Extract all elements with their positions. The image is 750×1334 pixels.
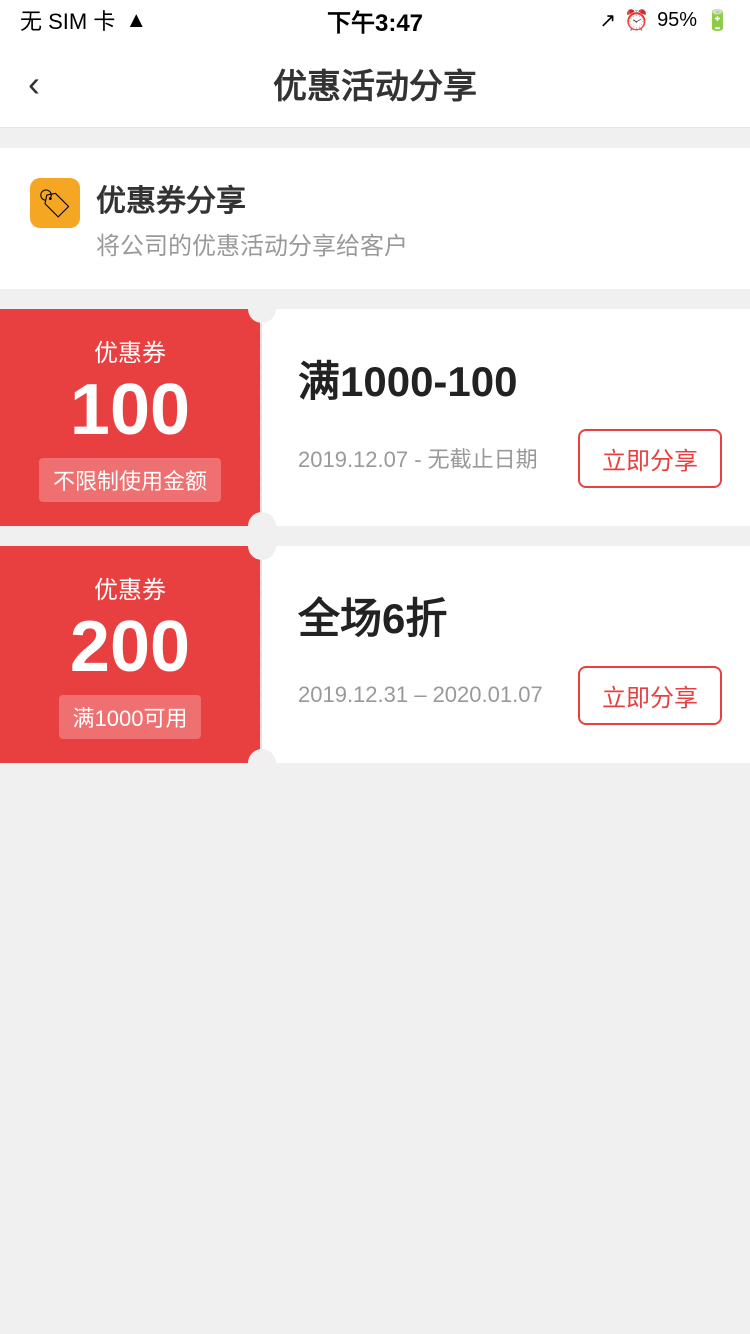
coupon-list: 优惠券 100 不限制使用金额 满1000-100 2019.12.07 - 无… xyxy=(0,309,750,783)
section-header: 🏷 优惠券分享 将公司的优惠活动分享给客户 xyxy=(0,148,750,289)
battery-icon: 🔋 xyxy=(705,8,730,33)
coupon-card-2: 优惠券 200 满1000可用 全场6折 2019.12.31 – 2020.0… xyxy=(0,546,750,763)
section-text: 优惠券分享 将公司的优惠活动分享给客户 xyxy=(96,176,408,261)
status-left: 无 SIM 卡 ▲ xyxy=(20,4,147,36)
battery-percent: 95% xyxy=(657,9,697,32)
section-icon: 🏷 xyxy=(30,178,80,228)
coupon-title-2: 全场6折 xyxy=(298,585,722,646)
coupon-date-2: 2019.12.31 – 2020.01.07 xyxy=(298,682,543,708)
coupon-right-1: 满1000-100 2019.12.07 - 无截止日期 立即分享 xyxy=(260,309,750,526)
page-title: 优惠活动分享 xyxy=(273,59,477,108)
section-subtext: 将公司的优惠活动分享给客户 xyxy=(96,226,408,261)
coupon-icon: 🏷 xyxy=(37,187,73,220)
coupon-bottom-1: 2019.12.07 - 无截止日期 立即分享 xyxy=(298,429,722,488)
coupon-title-1: 满1000-100 xyxy=(298,348,722,409)
status-time: 下午3:47 xyxy=(327,3,423,38)
coupon-left-1: 优惠券 100 不限制使用金额 xyxy=(0,309,260,526)
section-heading: 优惠券分享 xyxy=(96,176,408,220)
nav-bar: ‹ 优惠活动分享 xyxy=(0,40,750,128)
coupon-divider-2 xyxy=(260,560,262,749)
share-button-2[interactable]: 立即分享 xyxy=(578,666,722,725)
wifi-icon: ▲ xyxy=(125,7,147,33)
coupon-right-2: 全场6折 2019.12.31 – 2020.01.07 立即分享 xyxy=(260,546,750,763)
coupon-amount-2: 200 xyxy=(70,611,190,683)
status-bar: 无 SIM 卡 ▲ 下午3:47 ↗ ⏰ 95% 🔋 xyxy=(0,0,750,40)
carrier-text: 无 SIM 卡 xyxy=(20,4,115,36)
coupon-label-2: 优惠券 xyxy=(94,570,166,605)
coupon-condition-1: 不限制使用金额 xyxy=(39,458,221,502)
share-button-1[interactable]: 立即分享 xyxy=(578,429,722,488)
coupon-condition-2: 满1000可用 xyxy=(59,695,202,739)
coupon-left-2: 优惠券 200 满1000可用 xyxy=(0,546,260,763)
coupon-amount-1: 100 xyxy=(70,374,190,446)
coupon-date-1: 2019.12.07 - 无截止日期 xyxy=(298,442,538,474)
coupon-label-1: 优惠券 xyxy=(94,333,166,368)
back-chevron-icon: ‹ xyxy=(28,63,40,105)
coupon-bottom-2: 2019.12.31 – 2020.01.07 立即分享 xyxy=(298,666,722,725)
status-right: ↗ ⏰ 95% 🔋 xyxy=(599,8,730,33)
back-button[interactable]: ‹ xyxy=(28,63,40,105)
coupon-card-1: 优惠券 100 不限制使用金额 满1000-100 2019.12.07 - 无… xyxy=(0,309,750,526)
alarm-icon: ⏰ xyxy=(624,8,649,33)
coupon-divider-1 xyxy=(260,323,262,512)
location-icon: ↗ xyxy=(599,8,616,33)
